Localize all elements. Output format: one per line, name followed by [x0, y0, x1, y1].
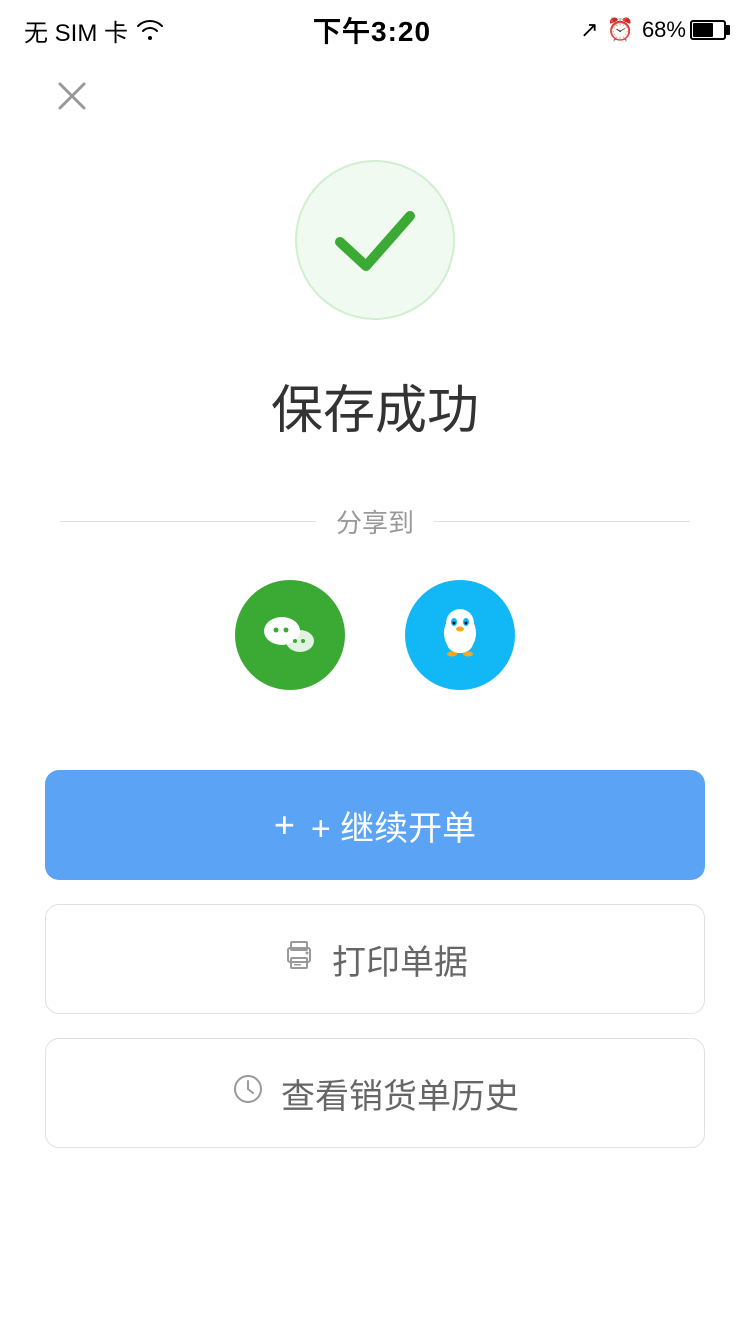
battery-container: 68% — [642, 17, 726, 43]
print-button[interactable]: 打印单据 — [45, 904, 705, 1014]
close-button[interactable] — [48, 72, 96, 120]
battery-icon — [690, 20, 726, 40]
wechat-icon — [258, 603, 322, 667]
status-time: 下午3:20 — [313, 10, 431, 50]
status-right: ↗ ⏰ 68% — [580, 17, 726, 43]
share-icons — [235, 580, 515, 690]
main-content: 保存成功 分享到 — [0, 60, 750, 1148]
continue-button[interactable]: + + 继续开单 — [45, 770, 705, 880]
plus-icon: + — [274, 804, 295, 846]
status-left: 无 SIM 卡 — [24, 13, 164, 48]
clock-icon — [231, 1072, 265, 1115]
history-button[interactable]: 查看销货单历史 — [45, 1038, 705, 1148]
wechat-share-button[interactable] — [235, 580, 345, 690]
qq-icon — [428, 603, 492, 667]
printer-icon — [282, 938, 316, 981]
print-label: 打印单据 — [332, 935, 468, 984]
clock-icon-svg — [231, 1072, 265, 1106]
location-icon: ↗ — [580, 17, 598, 43]
wifi-icon — [136, 19, 164, 41]
checkmark-icon — [330, 200, 420, 280]
divider-line-right — [434, 521, 690, 522]
action-buttons: + + 继续开单 打印单据 — [45, 770, 705, 1148]
success-title: 保存成功 — [271, 368, 479, 443]
success-circle — [295, 160, 455, 320]
no-sim-text: 无 SIM 卡 — [24, 13, 128, 48]
alarm-icon: ⏰ — [607, 17, 634, 43]
share-divider: 分享到 — [0, 503, 750, 540]
qq-share-button[interactable] — [405, 580, 515, 690]
status-bar: 无 SIM 卡 下午3:20 ↗ ⏰ 68% — [0, 0, 750, 60]
close-icon — [54, 78, 90, 114]
share-label: 分享到 — [316, 503, 434, 540]
print-icon-svg — [282, 938, 316, 972]
continue-label: + 继续开单 — [311, 801, 476, 850]
divider-line-left — [60, 521, 316, 522]
battery-fill — [693, 23, 713, 37]
battery-text: 68% — [642, 17, 686, 43]
history-label: 查看销货单历史 — [281, 1069, 519, 1118]
